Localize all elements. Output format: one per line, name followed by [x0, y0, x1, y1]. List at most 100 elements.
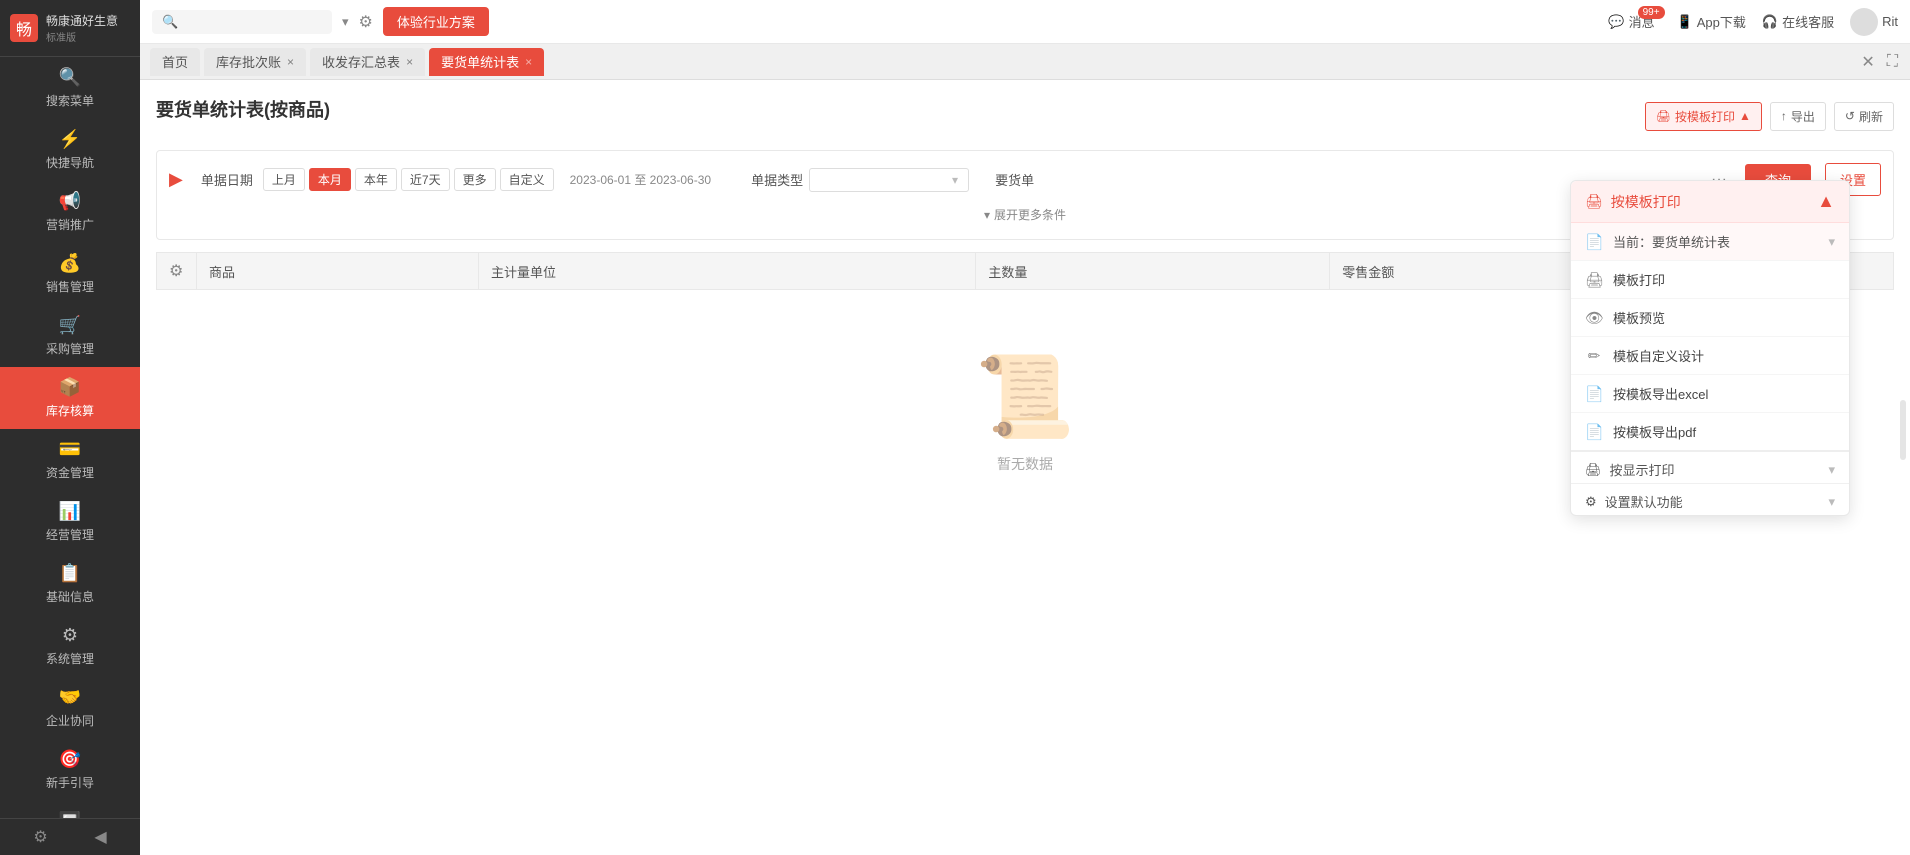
tab-order-stats[interactable]: 要货单统计表 ×	[429, 48, 544, 76]
display-print-label: 🖨 按显示打印	[1585, 460, 1675, 479]
sidebar-item-app-center[interactable]: 🔲 应用中心	[0, 801, 140, 818]
app-download-btn[interactable]: 📱 App下载	[1677, 12, 1746, 31]
date-range-display: 2023-06-01 至 2023-06-30	[570, 171, 711, 188]
print-dropdown-close-btn[interactable]: ▲	[1817, 191, 1835, 212]
print-dropdown-template-custom[interactable]: ✏ 模板自定义设计	[1571, 337, 1849, 375]
print-template-label: 按模板打印	[1675, 108, 1735, 125]
sidebar-nav: 🔍 搜索菜单 ⚡ 快捷导航 📢 营销推广 💰 销售管理 🛒 采购管理 📦 库存核…	[0, 57, 140, 818]
refresh-label: 刷新	[1859, 108, 1883, 125]
display-print-arrow: ▾	[1828, 462, 1835, 478]
tab-order-stats-close[interactable]: ×	[525, 55, 532, 69]
messages-badge: 99+	[1638, 6, 1665, 19]
sidebar-item-operations[interactable]: 📊 经营管理	[0, 491, 140, 553]
export-pdf-icon: 📄	[1585, 423, 1603, 441]
trial-btn[interactable]: 体验行业方案	[383, 7, 489, 36]
sidebar-item-system-label: 系统管理	[46, 650, 94, 667]
user-avatar-btn[interactable]: Rit	[1850, 8, 1898, 36]
topbar-gear-icon[interactable]: ⚙	[359, 12, 373, 32]
messages-btn[interactable]: 💬 消息 99+	[1608, 12, 1654, 31]
date-btn-current-month[interactable]: 本月	[309, 168, 351, 191]
current-template-label: 当前：要货单统计表	[1613, 232, 1818, 251]
marketing-icon: 📢	[59, 191, 81, 212]
export-label: 导出	[1791, 108, 1815, 125]
sidebar-item-guide[interactable]: 🎯 新手引导	[0, 739, 140, 801]
settings-bottom-btn[interactable]: ⚙	[33, 827, 47, 847]
expand-conditions-btn[interactable]: ▾ 展开更多条件	[972, 202, 1078, 227]
display-print-text: 按显示打印	[1610, 460, 1675, 479]
template-preview-icon: 👁	[1585, 309, 1603, 327]
print-dropdown-current[interactable]: 📄 当前：要货单统计表 ▾	[1571, 223, 1849, 261]
sidebar-item-inventory[interactable]: 📦 库存核算	[0, 367, 140, 429]
sidebar-item-purchase[interactable]: 🛒 采购管理	[0, 305, 140, 367]
sidebar-item-basic-info-label: 基础信息	[46, 588, 94, 605]
sidebar-item-marketing[interactable]: 📢 营销推广	[0, 181, 140, 243]
default-function-icon: ⚙	[1585, 494, 1597, 510]
print-dropdown-template-print[interactable]: 🖨 模板打印	[1571, 261, 1849, 299]
table-col-quantity: 主数量	[976, 253, 1330, 290]
user-name: Rit	[1882, 14, 1898, 29]
print-dropdown-export-pdf[interactable]: 📄 按模板导出pdf	[1571, 413, 1849, 452]
default-function-arrow: ▾	[1828, 494, 1835, 510]
date-btn-7days[interactable]: 近7天	[401, 168, 450, 191]
tab-expand-btn[interactable]: ⛶	[1885, 51, 1900, 73]
print-dropdown-export-excel[interactable]: 📄 按模板导出excel	[1571, 375, 1849, 413]
app-download-label: App下载	[1697, 12, 1746, 31]
refresh-btn[interactable]: ↺ 刷新	[1834, 102, 1894, 131]
topbar-dropdown-arrow[interactable]: ▾	[342, 14, 349, 30]
date-btn-prev-month[interactable]: 上月	[263, 168, 305, 191]
print-template-btn[interactable]: 🖨 按模板打印 ▲	[1645, 102, 1762, 131]
date-btn-current-year[interactable]: 本年	[355, 168, 397, 191]
template-preview-label: 模板预览	[1613, 308, 1835, 327]
expand-label: 展开更多条件	[994, 206, 1066, 223]
sidebar-item-search[interactable]: 🔍 搜索菜单	[0, 57, 140, 119]
tab-close-all-btn[interactable]: ✕	[1859, 50, 1876, 74]
type-filter-dropdown[interactable]: ▾	[809, 168, 969, 192]
top-right-actions: 🖨 按模板打印 ▲ ↑ 导出 ↺ 刷新	[1645, 102, 1894, 131]
sidebar-item-search-label: 搜索菜单	[46, 92, 94, 109]
filter-collapse-icon[interactable]: ▶	[169, 169, 183, 190]
sidebar-item-finance[interactable]: 💳 资金管理	[0, 429, 140, 491]
main-area: 🔍 ▾ ⚙ 体验行业方案 💬 消息 99+ 📱 App下载 🎧 在线客服 Rit	[140, 0, 1910, 855]
export-btn[interactable]: ↑ 导出	[1770, 102, 1826, 131]
finance-icon: 💳	[59, 439, 81, 460]
default-function-section[interactable]: ⚙ 设置默认功能 ▾	[1571, 483, 1849, 515]
order-label-container: 要货单	[995, 170, 1034, 189]
sidebar-item-guide-label: 新手引导	[46, 774, 94, 791]
tab-collection-summary[interactable]: 收发存汇总表 ×	[310, 48, 425, 76]
display-print-section[interactable]: 🖨 按显示打印 ▾	[1571, 452, 1849, 483]
sidebar-item-marketing-label: 营销推广	[46, 216, 94, 233]
sidebar-item-purchase-label: 采购管理	[46, 340, 94, 357]
tab-collection-summary-close[interactable]: ×	[406, 55, 413, 69]
volume-bottom-btn[interactable]: ◀	[94, 827, 106, 847]
template-print-label: 模板打印	[1613, 270, 1835, 289]
tab-home[interactable]: 首页	[150, 48, 200, 76]
default-function-text: 设置默认功能	[1605, 492, 1683, 511]
app-tag: 标准版	[46, 29, 118, 44]
sidebar-item-quick-nav[interactable]: ⚡ 快捷导航	[0, 119, 140, 181]
tab-inventory-batch-close[interactable]: ×	[287, 55, 294, 69]
online-service-btn[interactable]: 🎧 在线客服	[1762, 12, 1834, 31]
app-center-icon: 🔲	[59, 811, 81, 818]
sidebar-item-basic-info[interactable]: 📋 基础信息	[0, 553, 140, 615]
topbar-search-icon: 🔍	[162, 14, 178, 30]
date-btn-more[interactable]: 更多	[454, 168, 496, 191]
topbar-search-input[interactable]	[184, 15, 314, 29]
logo-icon: 畅	[10, 14, 38, 42]
sidebar-item-enterprise[interactable]: 🤝 企业协同	[0, 677, 140, 739]
sidebar-item-system[interactable]: ⚙ 系统管理	[0, 615, 140, 677]
print-dropdown-template-preview[interactable]: 👁 模板预览	[1571, 299, 1849, 337]
tab-inventory-batch[interactable]: 库存批次账 ×	[204, 48, 306, 76]
type-filter-label: 单据类型	[751, 170, 803, 189]
default-function-label: ⚙ 设置默认功能	[1585, 492, 1683, 511]
date-btn-custom[interactable]: 自定义	[500, 168, 554, 191]
sidebar-bottom: ⚙ ◀	[0, 818, 140, 855]
topbar-search-container: 🔍	[152, 10, 332, 34]
user-avatar	[1850, 8, 1878, 36]
print-dropdown: 🖨 按模板打印 ▲ 📄 当前：要货单统计表 ▾ 🖨 模板打印 👁 模板预览	[1570, 180, 1850, 516]
export-pdf-label: 按模板导出pdf	[1613, 422, 1835, 441]
sidebar-item-sales[interactable]: 💰 销售管理	[0, 243, 140, 305]
sidebar-item-sales-label: 销售管理	[46, 278, 94, 295]
table-settings-btn[interactable]: ⚙	[169, 261, 183, 281]
operations-icon: 📊	[59, 501, 81, 522]
type-filter-container: 单据类型 ▾	[751, 168, 969, 192]
